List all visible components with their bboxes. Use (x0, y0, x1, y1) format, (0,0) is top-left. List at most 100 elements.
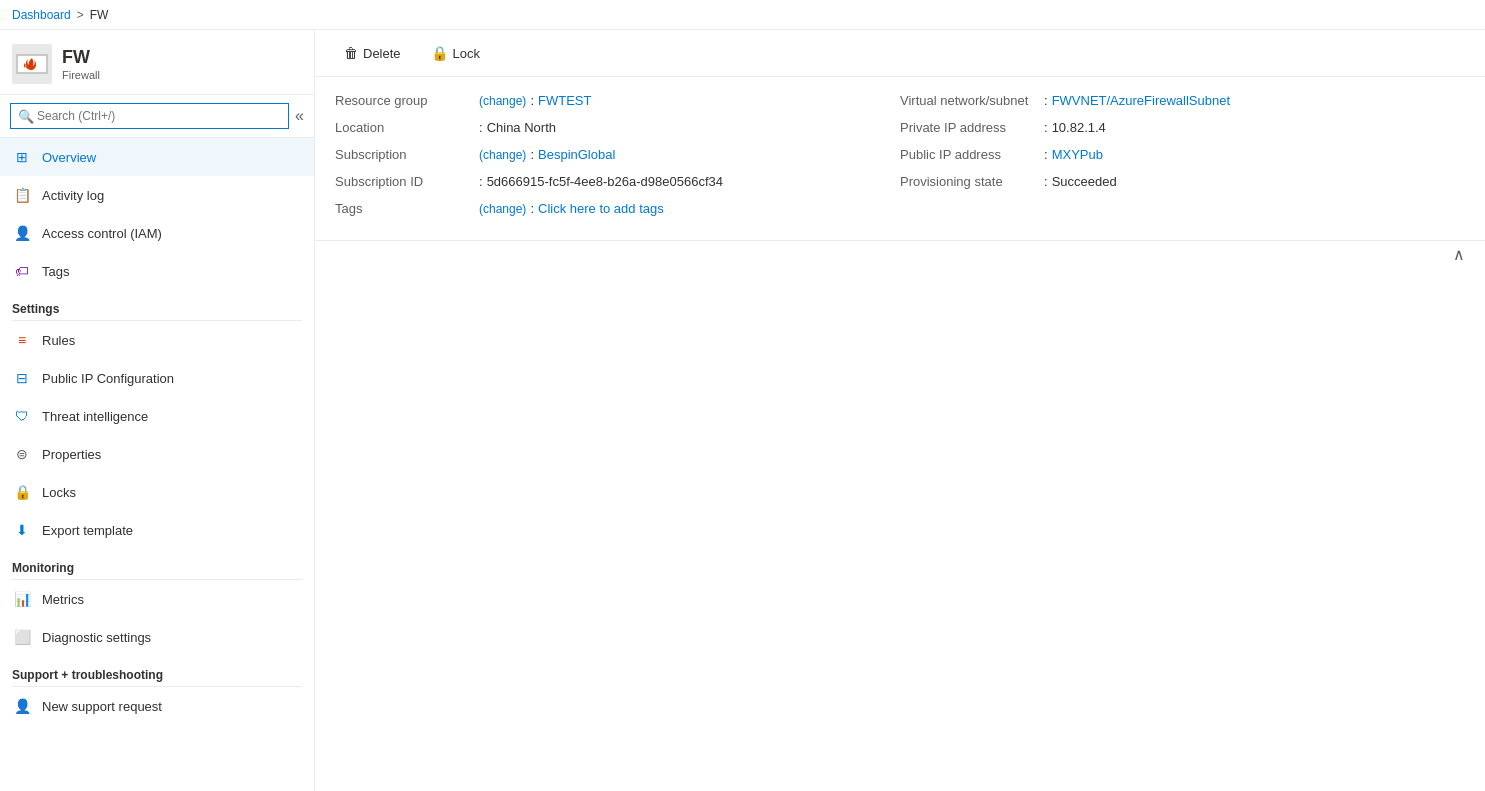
diagnostic-icon: ⬜ (12, 627, 32, 647)
activity-log-label: Activity log (42, 188, 104, 203)
overview-icon: ⊞ (12, 147, 32, 167)
resource-name: FW (62, 47, 100, 69)
detail-col-right: Virtual network/subnet : FWVNET/AzureFir… (900, 93, 1465, 216)
detail-grid: Resource group (change) : FWTEST Locatio… (315, 77, 1485, 232)
provisioning-row: Provisioning state : Succeeded (900, 174, 1465, 189)
new-support-icon: 👤 (12, 696, 32, 716)
firewall-icon (12, 44, 52, 84)
main-layout: FW Firewall 🔍 « ⊞ Overview 📋 Activity lo… (0, 30, 1485, 791)
resource-header: FW Firewall (0, 30, 314, 95)
sidebar-item-new-support[interactable]: 👤 New support request (0, 687, 314, 725)
resource-group-label: Resource group (335, 93, 475, 108)
sidebar-item-activity-log[interactable]: 📋 Activity log (0, 176, 314, 214)
rules-label: Rules (42, 333, 75, 348)
sidebar-item-public-ip[interactable]: ⊟ Public IP Configuration (0, 359, 314, 397)
subscription-label: Subscription (335, 147, 475, 162)
sidebar-item-threat[interactable]: 🛡 Threat intelligence (0, 397, 314, 435)
delete-icon: 🗑 (344, 45, 358, 61)
tags-label: Tags (42, 264, 69, 279)
access-control-icon: 👤 (12, 223, 32, 243)
search-icon: 🔍 (18, 109, 34, 124)
collapse-sidebar-button[interactable]: « (295, 107, 304, 125)
tags-icon: 🏷 (12, 261, 32, 281)
sidebar-item-properties[interactable]: ⊜ Properties (0, 435, 314, 473)
private-ip-label: Private IP address (900, 120, 1040, 135)
breadcrumb-current: FW (90, 8, 109, 22)
export-label: Export template (42, 523, 133, 538)
sidebar-item-metrics[interactable]: 📊 Metrics (0, 580, 314, 618)
public-ip-row: Public IP address : MXYPub (900, 147, 1465, 162)
provisioning-label: Provisioning state (900, 174, 1040, 189)
public-ip-value[interactable]: MXYPub (1052, 147, 1103, 162)
subscription-id-row: Subscription ID : 5d666915-fc5f-4ee8-b26… (335, 174, 900, 189)
subscription-value[interactable]: BespinGlobal (538, 147, 615, 162)
location-value: China North (487, 120, 556, 135)
diagnostic-label: Diagnostic settings (42, 630, 151, 645)
tags-link[interactable]: Click here to add tags (538, 201, 664, 216)
threat-label: Threat intelligence (42, 409, 148, 424)
lock-label: Lock (453, 46, 480, 61)
properties-icon: ⊜ (12, 444, 32, 464)
provisioning-value: Succeeded (1052, 174, 1117, 189)
metrics-label: Metrics (42, 592, 84, 607)
sidebar-search-container: 🔍 « (0, 95, 314, 138)
sidebar-item-diagnostic[interactable]: ⬜ Diagnostic settings (0, 618, 314, 656)
tags-row: Tags (change) : Click here to add tags (335, 201, 900, 216)
private-ip-value: 10.82.1.4 (1052, 120, 1106, 135)
sidebar-item-locks[interactable]: 🔒 Locks (0, 473, 314, 511)
vnet-label: Virtual network/subnet (900, 93, 1040, 108)
tags-label-detail: Tags (335, 201, 475, 216)
settings-section-label: Settings (0, 290, 314, 320)
collapse-details-row: ∧ (315, 240, 1485, 268)
sidebar-item-overview[interactable]: ⊞ Overview (0, 138, 314, 176)
private-ip-row: Private IP address : 10.82.1.4 (900, 120, 1465, 135)
metrics-icon: 📊 (12, 589, 32, 609)
rules-icon: ≡ (12, 330, 32, 350)
detail-col-left: Resource group (change) : FWTEST Locatio… (335, 93, 900, 216)
delete-label: Delete (363, 46, 401, 61)
top-bar: Dashboard > FW (0, 0, 1485, 30)
export-icon: ⬇ (12, 520, 32, 540)
locks-icon: 🔒 (12, 482, 32, 502)
breadcrumb-dashboard[interactable]: Dashboard (12, 8, 71, 22)
new-support-label: New support request (42, 699, 162, 714)
content-area: 🗑 Delete 🔒 Lock Resource group (change) … (315, 30, 1485, 791)
vnet-value[interactable]: FWVNET/AzureFirewallSubnet (1052, 93, 1230, 108)
lock-icon: 🔒 (431, 45, 448, 61)
sidebar-item-export[interactable]: ⬇ Export template (0, 511, 314, 549)
resource-group-value[interactable]: FWTEST (538, 93, 591, 108)
resource-title-group: FW Firewall (62, 47, 100, 81)
delete-button[interactable]: 🗑 Delete (331, 38, 414, 68)
collapse-details-button[interactable]: ∧ (1453, 245, 1465, 264)
resource-type: Firewall (62, 69, 100, 81)
location-label: Location (335, 120, 475, 135)
sidebar-item-tags[interactable]: 🏷 Tags (0, 252, 314, 290)
tags-change[interactable]: (change) (479, 202, 526, 216)
public-ip-label-detail: Public IP address (900, 147, 1040, 162)
resource-group-change[interactable]: (change) (479, 94, 526, 108)
sidebar-item-rules[interactable]: ≡ Rules (0, 321, 314, 359)
toolbar: 🗑 Delete 🔒 Lock (315, 30, 1485, 77)
lock-button[interactable]: 🔒 Lock (418, 38, 493, 68)
sidebar-item-access-control[interactable]: 👤 Access control (IAM) (0, 214, 314, 252)
sidebar: FW Firewall 🔍 « ⊞ Overview 📋 Activity lo… (0, 30, 315, 791)
public-ip-label: Public IP Configuration (42, 371, 174, 386)
location-row: Location : China North (335, 120, 900, 135)
resource-group-row: Resource group (change) : FWTEST (335, 93, 900, 108)
breadcrumb-separator: > (77, 8, 84, 22)
search-input[interactable] (10, 103, 289, 129)
overview-label: Overview (42, 150, 96, 165)
vnet-row: Virtual network/subnet : FWVNET/AzureFir… (900, 93, 1465, 108)
subscription-id-label: Subscription ID (335, 174, 475, 189)
locks-label: Locks (42, 485, 76, 500)
public-ip-icon: ⊟ (12, 368, 32, 388)
access-control-label: Access control (IAM) (42, 226, 162, 241)
subscription-change[interactable]: (change) (479, 148, 526, 162)
threat-icon: 🛡 (12, 406, 32, 426)
monitoring-section-label: Monitoring (0, 549, 314, 579)
support-section-label: Support + troubleshooting (0, 656, 314, 686)
subscription-id-value: 5d666915-fc5f-4ee8-b26a-d98e0566cf34 (487, 174, 723, 189)
subscription-row: Subscription (change) : BespinGlobal (335, 147, 900, 162)
activity-log-icon: 📋 (12, 185, 32, 205)
properties-label: Properties (42, 447, 101, 462)
